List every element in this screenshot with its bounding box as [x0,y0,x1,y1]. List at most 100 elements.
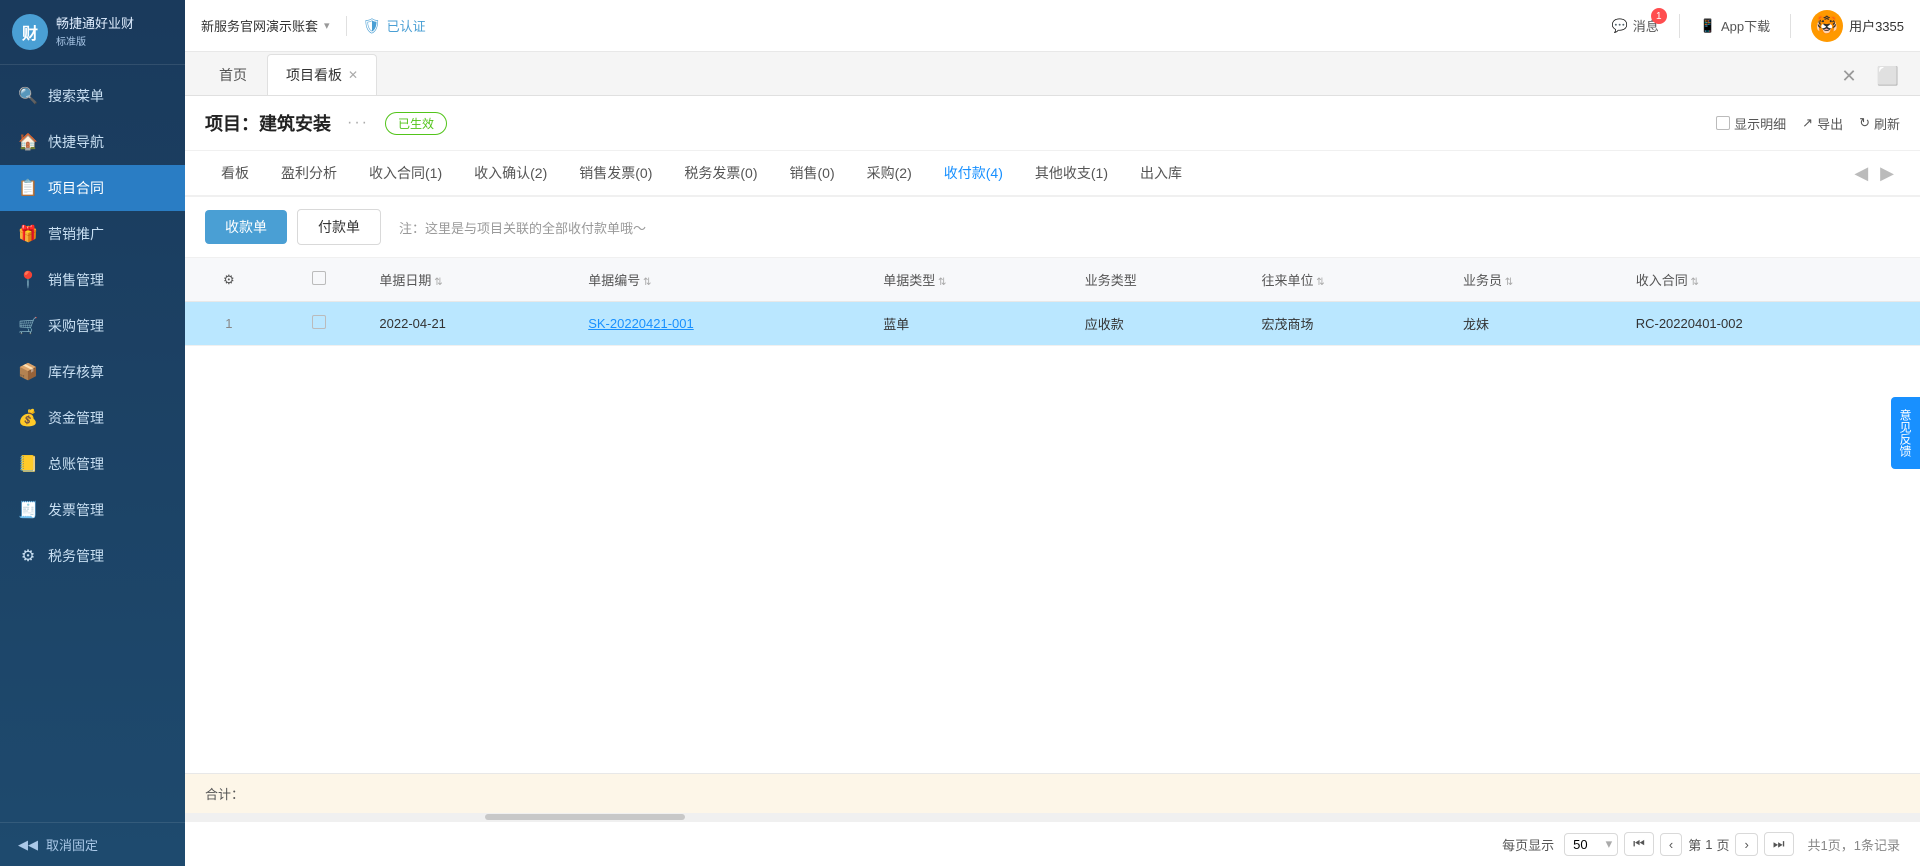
current-page: 1 [1705,837,1712,852]
subtab-other-expense[interactable]: 其他收支(1) [1019,151,1124,197]
purchase-icon: 🛒 [18,316,38,336]
user-avatar: 🐯 [1811,10,1843,42]
page-content: 项目：建筑安装 ··· 已生效 显示明细 ↗ 导出 ↻ 刷新 [185,96,1920,866]
tab-project-board-label: 项目看板 [286,65,342,85]
page-next-button[interactable]: › [1735,833,1757,856]
message-button[interactable]: 💬 消息 1 [1612,16,1659,35]
quicknav-icon: 🏠 [18,132,38,152]
select-all-checkbox[interactable] [312,271,326,285]
subtab-income-contract[interactable]: 收入合同(1) [353,151,458,197]
sidebar-item-funds[interactable]: 💰资金管理 [0,395,185,441]
shield-icon: 🛡 [363,17,382,35]
sidebar-item-inventory[interactable]: 📦库存核算 [0,349,185,395]
phone-icon: 📱 [1700,18,1716,34]
account-selector[interactable]: 新服务官网演示账套 ▾ [201,16,330,35]
project-more-button[interactable]: ··· [347,114,369,132]
tab-project-board[interactable]: 项目看板 ✕ [267,54,377,95]
show-detail-button[interactable]: 显示明细 [1716,114,1786,133]
project-status-badge: 已生效 [385,112,447,135]
invoice-icon: 🧾 [18,500,38,520]
payment-bill-button[interactable]: 付款单 [297,209,381,245]
user-label: 用户3355 [1849,16,1904,35]
main-area: 新服务官网演示账套 ▾ 🛡 已认证 💬 消息 1 📱 App下载 🐯 用户335… [185,0,1920,866]
topbar-right: 💬 消息 1 📱 App下载 🐯 用户3355 [1612,10,1904,42]
tab-close-button[interactable]: ✕ [1836,64,1861,89]
tab-project-board-close[interactable]: ✕ [348,68,358,82]
row-partner-0: 宏茂商场 [1248,302,1449,346]
subtab-sales-invoice[interactable]: 销售发票(0) [563,151,668,197]
sidebar-item-invoice[interactable]: 🧾发票管理 [0,487,185,533]
tab-home[interactable]: 首页 [201,55,265,95]
page-total: 共1页，1条记录 [1808,835,1900,854]
sidebar-item-tax[interactable]: ⚙税务管理 [0,533,185,579]
page-suffix: 页 [1716,835,1729,854]
per-page-select[interactable]: 50 100 200 [1564,833,1618,856]
subtab-next-icon[interactable]: ▶ [1874,163,1900,184]
sidebar-item-sales[interactable]: 📍销售管理 [0,257,185,303]
toolbar-note: 注：这里是与项目关联的全部收付款单哦～ [399,218,646,237]
row-number-0[interactable]: SK-20220421-001 [574,302,869,346]
sidebar-label-contract: 项目合同 [48,178,104,198]
account-name: 新服务官网演示账套 [201,16,318,35]
row-date-0: 2022-04-21 [365,302,574,346]
col-check[interactable] [273,258,366,302]
sidebar-item-search[interactable]: 🔍搜索菜单 [0,73,185,119]
tab-home-label: 首页 [219,65,247,85]
col-partner[interactable]: 往来单位 [1248,258,1449,302]
sidebar-item-quicknav[interactable]: 🏠 快捷导航 [0,119,185,165]
page-prev-button[interactable]: ‹ [1660,833,1682,856]
project-header: 项目：建筑安装 ··· 已生效 显示明细 ↗ 导出 ↻ 刷新 [185,96,1920,151]
subtab-receipt[interactable]: 收付款(4) [928,151,1019,197]
sidebar-item-marketing[interactable]: 🎁营销推广 [0,211,185,257]
sidebar-item-ledger[interactable]: 📒总账管理 [0,441,185,487]
subtab-profit[interactable]: 盈利分析 [265,151,353,197]
page-info: 第 1 页 [1688,835,1729,854]
per-page-wrapper: 50 100 200 [1564,833,1618,856]
refresh-button[interactable]: ↻ 刷新 [1859,114,1900,133]
row-check-0[interactable] [273,302,366,346]
sidebar-item-purchase[interactable]: 🛒采购管理 [0,303,185,349]
subtabs: 看板 盈利分析 收入合同(1) 收入确认(2) 销售发票(0) 税务发票(0) … [185,151,1920,197]
table-row[interactable]: 1 2022-04-21 SK-20220421-001 蓝单 应收款 宏茂商场… [185,302,1920,346]
col-date[interactable]: 单据日期 [365,258,574,302]
col-biz-type: 业务类型 [1071,258,1248,302]
sidebar-item-contract[interactable]: 📋项目合同 [0,165,185,211]
project-actions: 显示明细 ↗ 导出 ↻ 刷新 [1716,114,1900,133]
app-download-button[interactable]: 📱 App下载 [1700,16,1770,35]
horizontal-scrollbar[interactable] [185,813,1920,821]
col-type[interactable]: 单据类型 [869,258,1070,302]
ledger-icon: 📒 [18,454,38,474]
col-gear[interactable]: ⚙ [185,258,273,302]
subtab-income-confirm[interactable]: 收入确认(2) [458,151,563,197]
sidebar-unpin[interactable]: ◀◀ 取消固定 [0,822,185,866]
feedback-button[interactable]: 意见反馈 [1891,397,1920,469]
col-income-contract[interactable]: 收入合同 [1622,258,1920,302]
per-page-label: 每页显示 [1502,835,1554,854]
col-number[interactable]: 单据编号 [574,258,869,302]
subtab-tax-invoice[interactable]: 税务发票(0) [668,151,773,197]
sidebar-logo: 财 [12,14,48,50]
subtab-sales[interactable]: 销售(0) [774,151,851,197]
user-menu[interactable]: 🐯 用户3355 [1811,10,1904,42]
page-first-button[interactable]: ⏮ [1624,832,1654,856]
message-badge: 1 [1651,8,1667,24]
show-detail-checkbox[interactable] [1716,116,1730,130]
table-container: ⚙ 单据日期 单据编号 单据类型 业务类型 往来单位 业务员 收入合同 1 20… [185,258,1920,773]
subtab-purchase[interactable]: 采购(2) [851,151,928,197]
page-last-button[interactable]: ⏭ [1764,832,1794,856]
subtab-board[interactable]: 看板 [205,151,265,197]
sidebar-label-tax: 税务管理 [48,546,104,566]
subtab-prev-icon[interactable]: ◀ [1848,163,1874,184]
col-salesperson[interactable]: 业务员 [1449,258,1622,302]
scrollbar-thumb[interactable] [485,814,685,820]
receipt-bill-button[interactable]: 收款单 [205,210,287,244]
row-index-0: 1 [185,302,273,346]
export-button[interactable]: ↗ 导出 [1802,114,1843,133]
content-toolbar: 收款单 付款单 注：这里是与项目关联的全部收付款单哦～ [185,197,1920,258]
sales-icon: 📍 [18,270,38,290]
topbar-divider1 [346,16,347,36]
sidebar-nav: 🔍搜索菜单 🏠 快捷导航 📋项目合同🎁营销推广📍销售管理🛒采购管理📦库存核算💰资金管理… [0,65,185,822]
tab-maximize-button[interactable]: ⬜ [1872,64,1904,89]
subtab-warehouse[interactable]: 出入库 [1124,151,1198,197]
sidebar-label-quicknav: 快捷导航 [48,132,104,152]
